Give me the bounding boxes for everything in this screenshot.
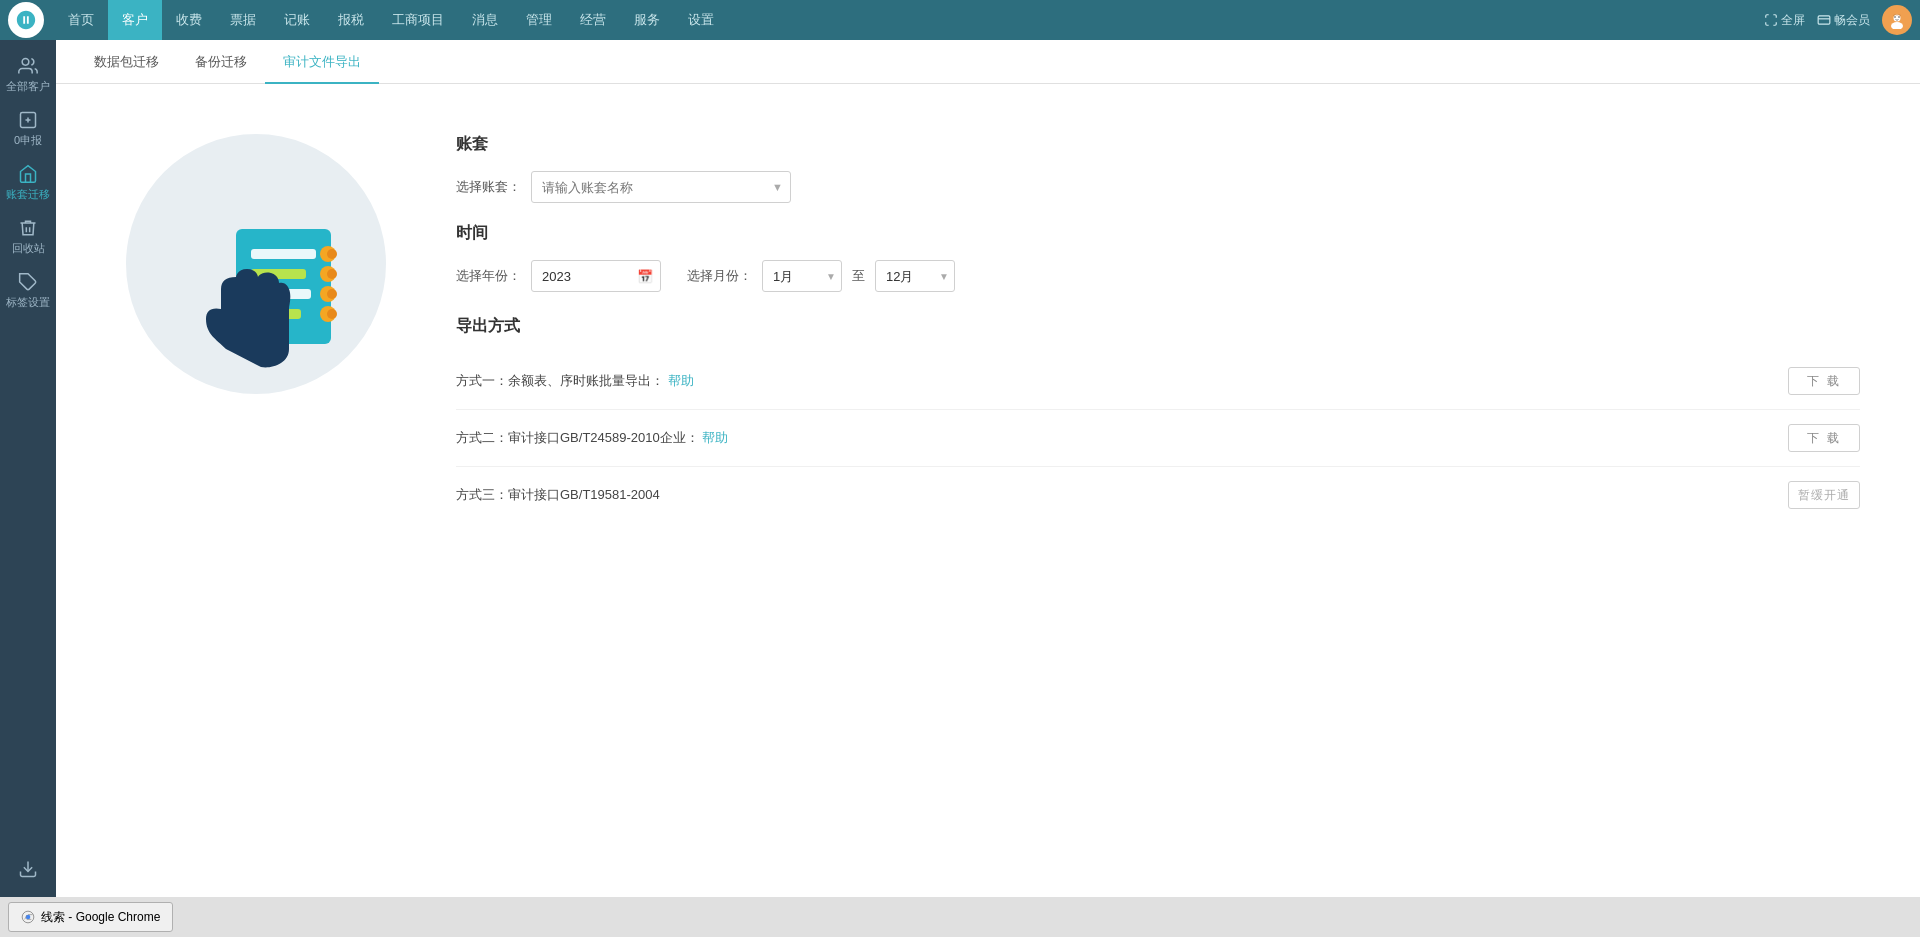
svg-point-22 — [327, 269, 337, 279]
fullscreen-button[interactable]: 全屏 — [1764, 12, 1805, 29]
month-label: 选择月份： — [687, 267, 752, 285]
export-method-1-download-button[interactable]: 下 载 — [1788, 367, 1860, 395]
tab-audit-export[interactable]: 审计文件导出 — [265, 41, 379, 84]
taskbar: 线索 - Google Chrome — [0, 897, 1920, 937]
nav-services[interactable]: 服务 — [620, 0, 674, 40]
export-method-2-download-button[interactable]: 下 载 — [1788, 424, 1860, 452]
nav-billing[interactable]: 收费 — [162, 0, 216, 40]
time-section-title: 时间 — [456, 223, 1860, 244]
svg-rect-13 — [251, 249, 316, 259]
member-button[interactable]: 畅会员 — [1817, 12, 1870, 29]
export-method-3-row: 方式三：审计接口GB/T19581-2004 暂缓开通 — [456, 467, 1860, 523]
year-label: 选择年份： — [456, 267, 521, 285]
to-text: 至 — [852, 267, 865, 285]
tab-data-migrate[interactable]: 数据包迁移 — [76, 41, 177, 84]
account-select-input[interactable] — [531, 171, 791, 203]
month-from-wrap: 1月2月3月 4月5月6月 7月8月9月 10月11月12月 ▼ — [762, 260, 842, 292]
nav-customers[interactable]: 客户 — [108, 0, 162, 40]
svg-point-23 — [327, 289, 337, 299]
sidebar-item-trash[interactable]: 回收站 — [0, 210, 56, 264]
export-section: 导出方式 方式一：余额表、序时账批量导出： 帮助 下 载 方式二：审计接口GB/… — [456, 316, 1860, 523]
nav-invoices[interactable]: 票据 — [216, 0, 270, 40]
year-input-wrap: 📅 — [531, 260, 661, 292]
nav-menu: 首页 客户 收费 票据 记账 报税 工商项目 消息 管理 经营 服务 设置 — [54, 0, 1764, 40]
sidebar-item-tags[interactable]: 标签设置 — [0, 264, 56, 318]
account-select-row: 选择账套： ▼ — [456, 171, 1860, 203]
taskbar-chrome-item[interactable]: 线索 - Google Chrome — [8, 902, 173, 932]
app-logo[interactable] — [8, 2, 44, 38]
svg-point-24 — [327, 309, 337, 319]
export-method-3-coming-soon-button: 暂缓开通 — [1788, 481, 1860, 509]
sidebar-item-migrate[interactable]: 账套迁移 — [0, 156, 56, 210]
export-method-2-row: 方式二：审计接口GB/T24589-2010企业： 帮助 下 载 — [456, 410, 1860, 467]
month-to-wrap: 1月2月3月 4月5月6月 7月8月9月 10月11月 12月 ▼ — [875, 260, 955, 292]
svg-point-6 — [22, 59, 29, 66]
account-select-label: 选择账套： — [456, 178, 521, 196]
top-navigation: 首页 客户 收费 票据 记账 报税 工商项目 消息 管理 经营 服务 设置 全屏… — [0, 0, 1920, 40]
sidebar-item-all-customers[interactable]: 全部客户 — [0, 48, 56, 102]
nav-home[interactable]: 首页 — [54, 0, 108, 40]
content-area: 账套 选择账套： ▼ 时间 选择年份： 📅 选择月份： 1月 — [56, 84, 1920, 563]
nav-settings[interactable]: 设置 — [674, 0, 728, 40]
export-method-3-label: 方式三：审计接口GB/T19581-2004 — [456, 486, 1772, 504]
export-section-title: 导出方式 — [456, 316, 1860, 337]
calendar-icon: 📅 — [637, 269, 653, 284]
export-method-1-label: 方式一：余额表、序时账批量导出： 帮助 — [456, 372, 1772, 390]
tab-backup-migrate[interactable]: 备份迁移 — [177, 41, 265, 84]
account-input-wrap: ▼ — [531, 171, 791, 203]
nav-accounting[interactable]: 记账 — [270, 0, 324, 40]
nav-operations[interactable]: 经营 — [566, 0, 620, 40]
nav-business[interactable]: 工商项目 — [378, 0, 458, 40]
export-method-1-row: 方式一：余额表、序时账批量导出： 帮助 下 载 — [456, 353, 1860, 410]
left-sidebar: 全部客户 0申报 账套迁移 回收站 标签设置 — [0, 40, 56, 937]
month-to-select[interactable]: 1月2月3月 4月5月6月 7月8月9月 10月11月 12月 — [875, 260, 955, 292]
export-method-1-help-link[interactable]: 帮助 — [668, 373, 694, 388]
illustration-area — [116, 124, 396, 404]
time-row: 选择年份： 📅 选择月份： 1月2月3月 4月5月6月 7月8月9月 10月11… — [456, 260, 1860, 292]
svg-point-4 — [1894, 16, 1896, 18]
export-method-2-help-link[interactable]: 帮助 — [702, 430, 728, 445]
svg-rect-0 — [1818, 16, 1830, 24]
svg-point-5 — [1898, 16, 1900, 18]
nav-management[interactable]: 管理 — [512, 0, 566, 40]
nav-tax[interactable]: 报税 — [324, 0, 378, 40]
export-method-2-label: 方式二：审计接口GB/T24589-2010企业： 帮助 — [456, 429, 1772, 447]
sidebar-item-zero-declare[interactable]: 0申报 — [0, 102, 56, 156]
svg-point-21 — [327, 249, 337, 259]
main-content: 数据包迁移 备份迁移 审计文件导出 — [56, 40, 1920, 937]
illustration-circle — [126, 134, 386, 394]
sidebar-download-icon[interactable] — [0, 851, 56, 887]
form-area: 账套 选择账套： ▼ 时间 选择年份： 📅 选择月份： 1月 — [456, 124, 1860, 523]
tabs-bar: 数据包迁移 备份迁移 审计文件导出 — [56, 40, 1920, 84]
account-section-title: 账套 — [456, 134, 1860, 155]
top-nav-right: 全屏 畅会员 — [1764, 5, 1912, 35]
nav-messages[interactable]: 消息 — [458, 0, 512, 40]
user-avatar[interactable] — [1882, 5, 1912, 35]
month-from-select[interactable]: 1月2月3月 4月5月6月 7月8月9月 10月11月12月 — [762, 260, 842, 292]
